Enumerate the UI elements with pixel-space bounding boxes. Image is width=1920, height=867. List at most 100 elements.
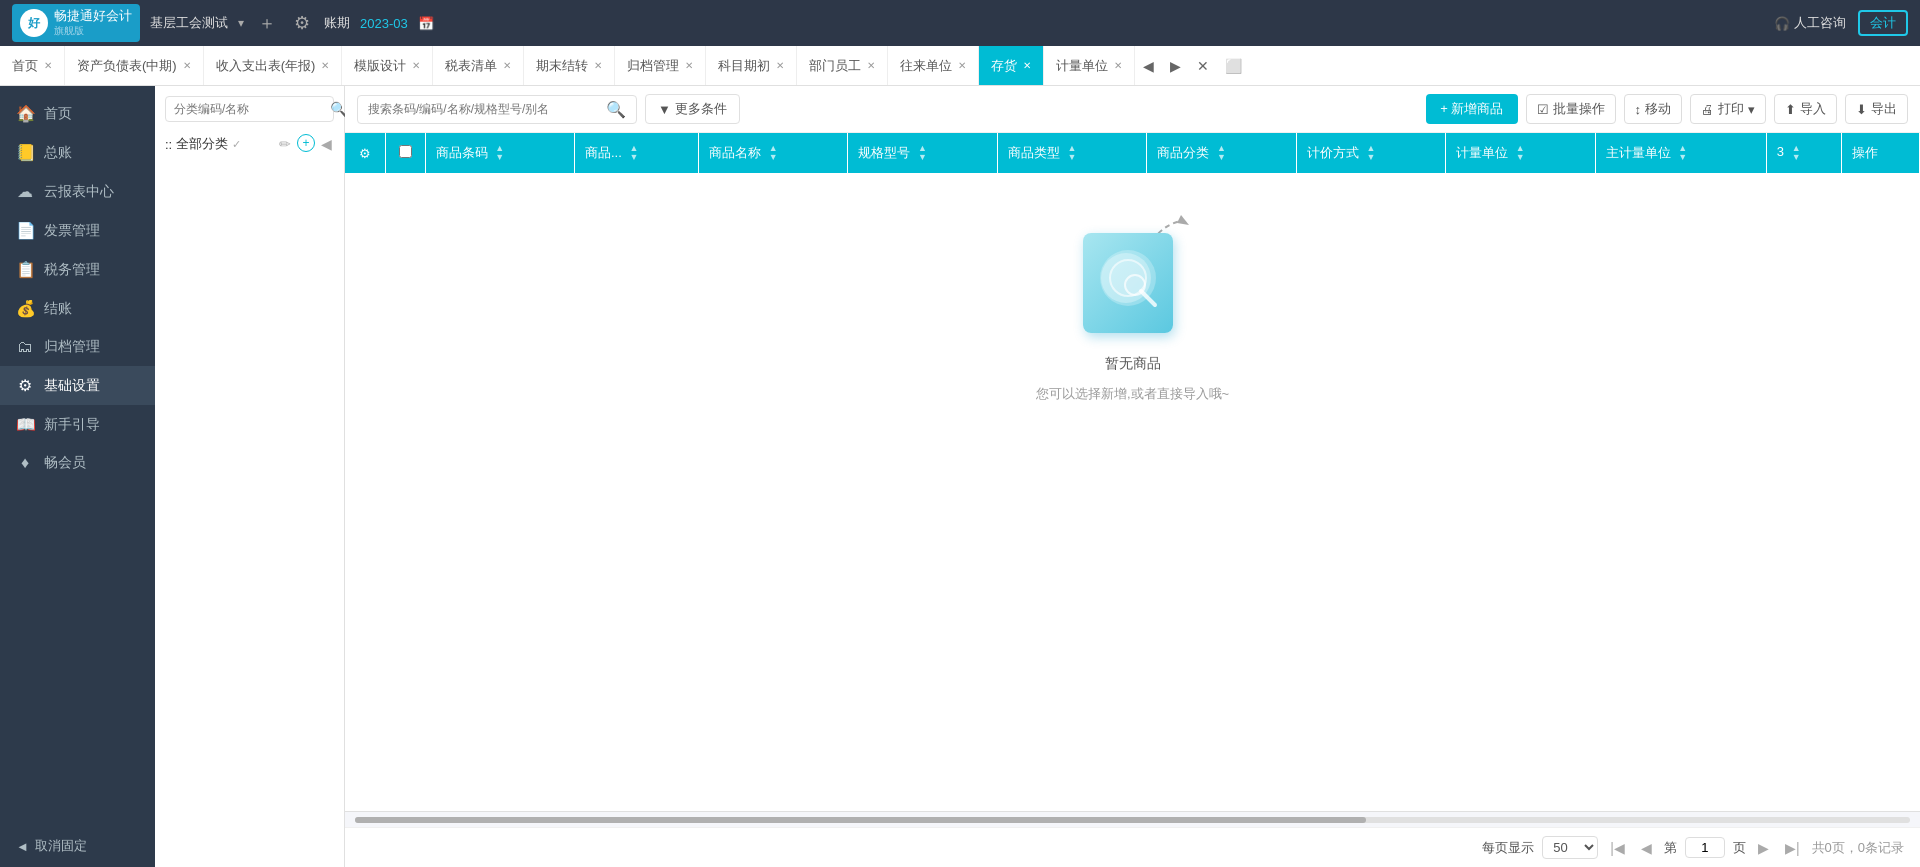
col-price-method[interactable]: 计价方式 ▲▼ (1296, 133, 1445, 173)
category-search-input[interactable] (174, 102, 324, 116)
tab-period-end[interactable]: 期末结转 ✕ (524, 46, 615, 86)
sidebar-item-settings[interactable]: ⚙ 基础设置 (0, 366, 155, 405)
scroll-thumb[interactable] (355, 817, 1366, 823)
page-next-button[interactable]: ▶ (1754, 838, 1773, 858)
tab-subject[interactable]: 科目期初 ✕ (706, 46, 797, 86)
tab-partner[interactable]: 往来单位 ✕ (888, 46, 979, 86)
move-button[interactable]: ↕ 移动 (1624, 94, 1683, 124)
sidebar-guide-label: 新手引导 (44, 416, 100, 434)
tab-taxlist-close[interactable]: ✕ (503, 60, 511, 71)
tab-archive-close[interactable]: ✕ (685, 60, 693, 71)
sidebar-item-tax[interactable]: 📋 税务管理 (0, 250, 155, 289)
page-number-input[interactable] (1685, 837, 1725, 858)
per-page-select[interactable]: 50 100 200 (1542, 836, 1598, 859)
calendar-icon[interactable]: 📅 (418, 16, 434, 31)
category-all-label[interactable]: :: 全部分类 ✓ (165, 135, 241, 153)
sort-main-unit-icon[interactable]: ▲▼ (1678, 144, 1687, 162)
tab-template[interactable]: 模版设计 ✕ (342, 46, 433, 86)
tab-close-all-button[interactable]: ✕ (1189, 58, 1217, 74)
batch-button[interactable]: ☑ 批量操作 (1526, 94, 1616, 124)
sidebar-item-ledger[interactable]: 📒 总账 (0, 133, 155, 172)
export-button[interactable]: ⬇ 导出 (1845, 94, 1908, 124)
sidebar-item-guide[interactable]: 📖 新手引导 (0, 405, 155, 444)
account-button[interactable]: 会计 (1858, 10, 1908, 36)
company-dropdown-icon[interactable]: ▾ (238, 16, 244, 30)
sidebar-item-member[interactable]: ♦ 畅会员 (0, 444, 155, 482)
tab-dept-label: 部门员工 (809, 57, 861, 75)
tab-expand-button[interactable]: ⬜ (1217, 58, 1250, 74)
tab-template-close[interactable]: ✕ (412, 60, 420, 71)
tab-balance-close[interactable]: ✕ (183, 60, 191, 71)
tab-income-close[interactable]: ✕ (321, 60, 329, 71)
sort-category-icon[interactable]: ▲▼ (1217, 144, 1226, 162)
category-search-box[interactable]: 🔍 (165, 96, 334, 122)
search-bar-icon[interactable]: 🔍 (606, 100, 626, 119)
page-prev-button[interactable]: ◀ (1637, 838, 1656, 858)
sidebar-item-settle[interactable]: 💰 结账 (0, 289, 155, 328)
sort-type-icon[interactable]: ▲▼ (1068, 144, 1077, 162)
new-product-button[interactable]: + 新增商品 (1426, 94, 1517, 124)
settle-icon: 💰 (16, 299, 34, 318)
col-extra[interactable]: 3 ▲▼ (1766, 133, 1841, 173)
sidebar-item-home[interactable]: 🏠 首页 (0, 94, 155, 133)
tab-inventory[interactable]: 存货 ✕ (979, 46, 1044, 86)
col-type[interactable]: 商品类型 ▲▼ (997, 133, 1146, 173)
tab-prev-button[interactable]: ◀ (1135, 58, 1162, 74)
tab-taxlist[interactable]: 税表清单 ✕ (433, 46, 524, 86)
sidebar-item-cloud[interactable]: ☁ 云报表中心 (0, 172, 155, 211)
page-last-button[interactable]: ▶| (1781, 838, 1804, 858)
category-edit-icon[interactable]: ✏ (277, 134, 293, 154)
col-spec[interactable]: 规格型号 ▲▼ (848, 133, 997, 173)
add-tab-button[interactable]: ＋ (254, 11, 280, 35)
sort-spec-icon[interactable]: ▲▼ (918, 144, 927, 162)
tab-inventory-close[interactable]: ✕ (1023, 60, 1031, 71)
table-settings-col[interactable]: ⚙ (345, 133, 385, 173)
sort-barcode-icon[interactable]: ▲▼ (495, 144, 504, 162)
sidebar-item-archive[interactable]: 🗂 归档管理 (0, 328, 155, 366)
col-category[interactable]: 商品分类 ▲▼ (1147, 133, 1296, 173)
page-first-button[interactable]: |◀ (1606, 838, 1629, 858)
col-unit[interactable]: 计量单位 ▲▼ (1446, 133, 1595, 173)
tab-unit-close[interactable]: ✕ (1114, 60, 1122, 71)
col-barcode[interactable]: 商品条码 ▲▼ (425, 133, 574, 173)
category-add-icon[interactable]: + (297, 134, 315, 152)
tab-home[interactable]: 首页 ✕ (0, 46, 65, 86)
sort-unit-icon[interactable]: ▲▼ (1516, 144, 1525, 162)
sort-code-icon[interactable]: ▲▼ (629, 144, 638, 162)
tab-partner-close[interactable]: ✕ (958, 60, 966, 71)
product-search-input[interactable] (368, 102, 602, 116)
tab-next-button[interactable]: ▶ (1162, 58, 1189, 74)
print-button[interactable]: 🖨 打印 ▾ (1690, 94, 1766, 124)
tab-unit[interactable]: 计量单位 ✕ (1044, 46, 1135, 86)
filter-button[interactable]: ▼ 更多条件 (645, 94, 740, 124)
scroll-track[interactable] (355, 817, 1910, 823)
tab-income[interactable]: 收入支出表(年报) ✕ (204, 46, 343, 86)
company-name[interactable]: 基层工会测试 (150, 14, 228, 32)
tab-dept[interactable]: 部门员工 ✕ (797, 46, 888, 86)
sort-price-icon[interactable]: ▲▼ (1366, 144, 1375, 162)
tab-subject-label: 科目期初 (718, 57, 770, 75)
col-name[interactable]: 商品名称 ▲▼ (699, 133, 848, 173)
sort-name-icon[interactable]: ▲▼ (769, 144, 778, 162)
tab-balance[interactable]: 资产负债表(中期) ✕ (65, 46, 204, 86)
main-layout: 🏠 首页 📒 总账 ☁ 云报表中心 📄 发票管理 📋 税务管理 💰 结账 🗂 归… (0, 86, 1920, 867)
table-checkbox-col[interactable] (385, 133, 425, 173)
tab-archive[interactable]: 归档管理 ✕ (615, 46, 706, 86)
product-search-bar[interactable]: 🔍 (357, 95, 637, 124)
consult-button[interactable]: 🎧 人工咨询 (1774, 14, 1846, 32)
sidebar-item-invoice[interactable]: 📄 发票管理 (0, 211, 155, 250)
horizontal-scrollbar[interactable] (345, 811, 1920, 827)
import-button[interactable]: ⬆ 导入 (1774, 94, 1837, 124)
select-all-checkbox[interactable] (399, 145, 412, 158)
tab-period-end-close[interactable]: ✕ (594, 60, 602, 71)
period-value[interactable]: 2023-03 (360, 16, 408, 31)
col-code[interactable]: 商品... ▲▼ (574, 133, 698, 173)
tab-home-close[interactable]: ✕ (44, 60, 52, 71)
tab-subject-close[interactable]: ✕ (776, 60, 784, 71)
tab-dept-close[interactable]: ✕ (867, 60, 875, 71)
unpin-button[interactable]: ◄ 取消固定 (16, 837, 139, 855)
col-main-unit[interactable]: 主计量单位 ▲▼ (1595, 133, 1766, 173)
panel-collapse-icon[interactable]: ◀ (319, 134, 334, 154)
settings-button[interactable]: ⚙ (290, 12, 314, 34)
sort-extra-icon[interactable]: ▲▼ (1792, 144, 1801, 162)
